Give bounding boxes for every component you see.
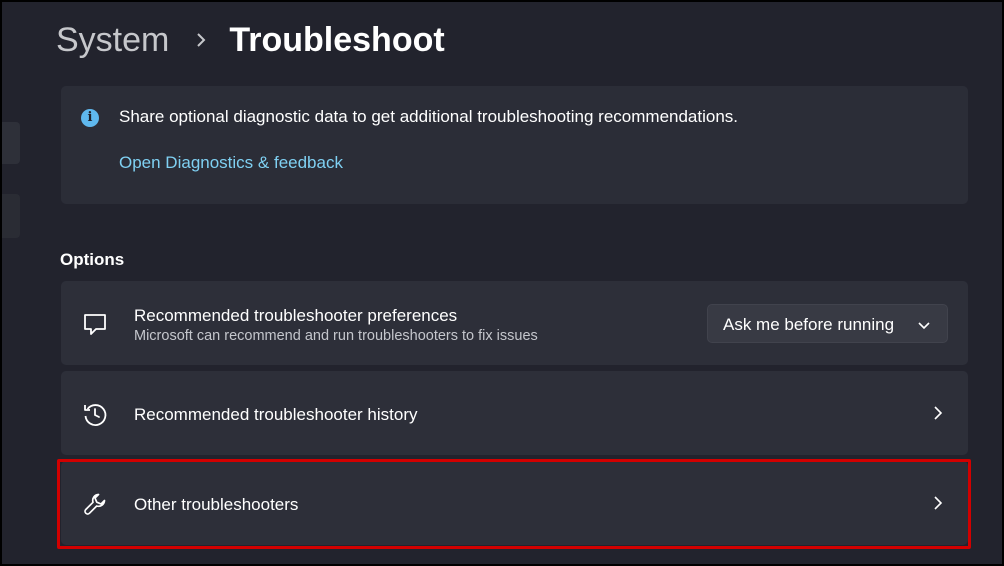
open-diagnostics-link[interactable]: Open Diagnostics & feedback — [119, 153, 343, 173]
nav-item-stub[interactable] — [2, 122, 20, 164]
info-icon: i — [81, 109, 99, 127]
chevron-right-icon — [930, 404, 946, 422]
other-troubleshooters-title: Other troubleshooters — [134, 495, 299, 514]
troubleshooter-preferences-row: Recommended troubleshooter preferences M… — [61, 281, 968, 365]
breadcrumb: System Troubleshoot — [56, 18, 445, 62]
chevron-right-icon — [191, 30, 211, 50]
chevron-right-icon — [930, 494, 946, 512]
preferences-subtitle: Microsoft can recommend and run troubles… — [134, 328, 538, 344]
troubleshooter-history-row[interactable]: Recommended troubleshooter history — [61, 371, 968, 455]
page-title: Troubleshoot — [229, 20, 445, 59]
section-title-options: Options — [60, 250, 125, 269]
breadcrumb-parent[interactable]: System — [56, 21, 169, 60]
info-text: Share optional diagnostic data to get ad… — [119, 107, 739, 126]
wrench-icon — [81, 490, 109, 518]
preferences-title: Recommended troubleshooter preferences — [134, 306, 458, 325]
chevron-down-icon — [917, 318, 931, 330]
history-icon — [81, 400, 109, 428]
dropdown-value: Ask me before running — [723, 315, 895, 334]
nav-item-stub[interactable] — [2, 194, 20, 238]
settings-window: System Troubleshoot i Share optional dia… — [0, 0, 1004, 566]
diagnostics-info-card: i Share optional diagnostic data to get … — [61, 86, 968, 204]
chat-bubble-icon — [81, 310, 109, 338]
other-troubleshooters-row[interactable]: Other troubleshooters — [61, 461, 968, 545]
preferences-dropdown[interactable]: Ask me before running — [707, 304, 948, 343]
history-title: Recommended troubleshooter history — [134, 405, 418, 424]
